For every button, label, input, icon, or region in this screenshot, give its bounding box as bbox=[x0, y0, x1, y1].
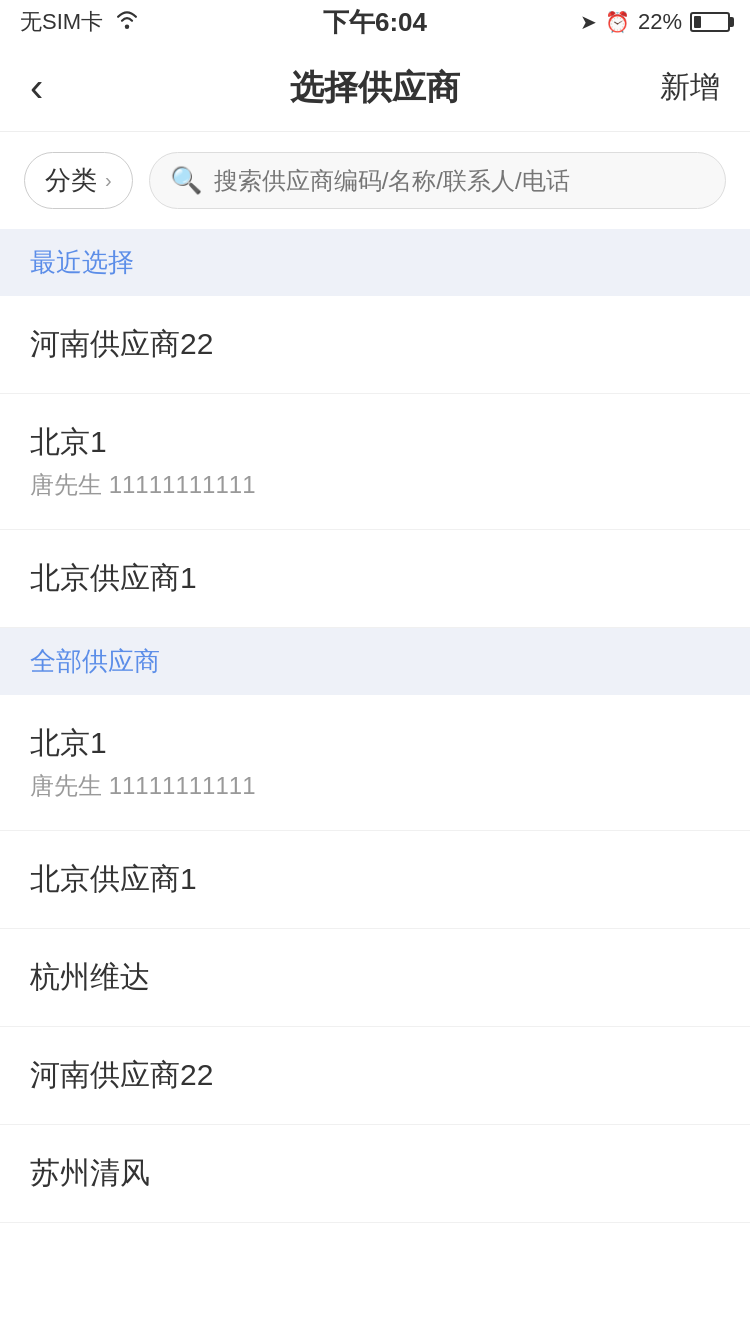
list-item[interactable]: 北京1 唐先生 11111111111 bbox=[0, 394, 750, 530]
item-name: 河南供应商22 bbox=[30, 324, 720, 365]
search-box[interactable]: 🔍 bbox=[149, 152, 726, 209]
recent-list: 河南供应商22 北京1 唐先生 11111111111 北京供应商1 bbox=[0, 296, 750, 628]
list-item[interactable]: 北京供应商1 bbox=[0, 831, 750, 929]
wifi-icon bbox=[113, 9, 141, 35]
battery-percentage: 22% bbox=[638, 9, 682, 35]
status-right: ➤ ⏰ 22% bbox=[580, 9, 730, 35]
category-label: 分类 bbox=[45, 163, 97, 198]
alarm-icon: ⏰ bbox=[605, 10, 630, 34]
chevron-right-icon: › bbox=[105, 169, 112, 192]
list-item[interactable]: 北京供应商1 bbox=[0, 530, 750, 628]
list-item[interactable]: 苏州清风 bbox=[0, 1125, 750, 1223]
location-icon: ➤ bbox=[580, 10, 597, 34]
carrier-text: 无SIM卡 bbox=[20, 7, 103, 37]
nav-bar: ‹ 选择供应商 新增 bbox=[0, 44, 750, 132]
item-contact: 唐先生 11111111111 bbox=[30, 770, 720, 802]
item-name: 苏州清风 bbox=[30, 1153, 720, 1194]
search-input[interactable] bbox=[214, 167, 705, 195]
filter-bar: 分类 › 🔍 bbox=[0, 132, 750, 229]
add-button[interactable]: 新增 bbox=[660, 67, 720, 108]
item-name: 北京供应商1 bbox=[30, 859, 720, 900]
status-bar: 无SIM卡 下午6:04 ➤ ⏰ 22% bbox=[0, 0, 750, 44]
all-list: 北京1 唐先生 11111111111 北京供应商1 杭州维达 河南供应商22 … bbox=[0, 695, 750, 1223]
all-section-header: 全部供应商 bbox=[0, 628, 750, 695]
item-contact: 唐先生 11111111111 bbox=[30, 469, 720, 501]
category-filter[interactable]: 分类 › bbox=[24, 152, 133, 209]
list-item[interactable]: 河南供应商22 bbox=[0, 296, 750, 394]
item-name: 杭州维达 bbox=[30, 957, 720, 998]
list-item[interactable]: 河南供应商22 bbox=[0, 1027, 750, 1125]
back-button[interactable]: ‹ bbox=[30, 65, 90, 110]
item-name: 河南供应商22 bbox=[30, 1055, 720, 1096]
item-name: 北京供应商1 bbox=[30, 558, 720, 599]
battery-icon bbox=[690, 12, 730, 32]
status-left: 无SIM卡 bbox=[20, 7, 141, 37]
item-name: 北京1 bbox=[30, 723, 720, 764]
status-time: 下午6:04 bbox=[323, 5, 427, 40]
page-title: 选择供应商 bbox=[290, 65, 460, 111]
recent-section-header: 最近选择 bbox=[0, 229, 750, 296]
search-icon: 🔍 bbox=[170, 165, 202, 196]
item-name: 北京1 bbox=[30, 422, 720, 463]
list-item[interactable]: 北京1 唐先生 11111111111 bbox=[0, 695, 750, 831]
list-item[interactable]: 杭州维达 bbox=[0, 929, 750, 1027]
